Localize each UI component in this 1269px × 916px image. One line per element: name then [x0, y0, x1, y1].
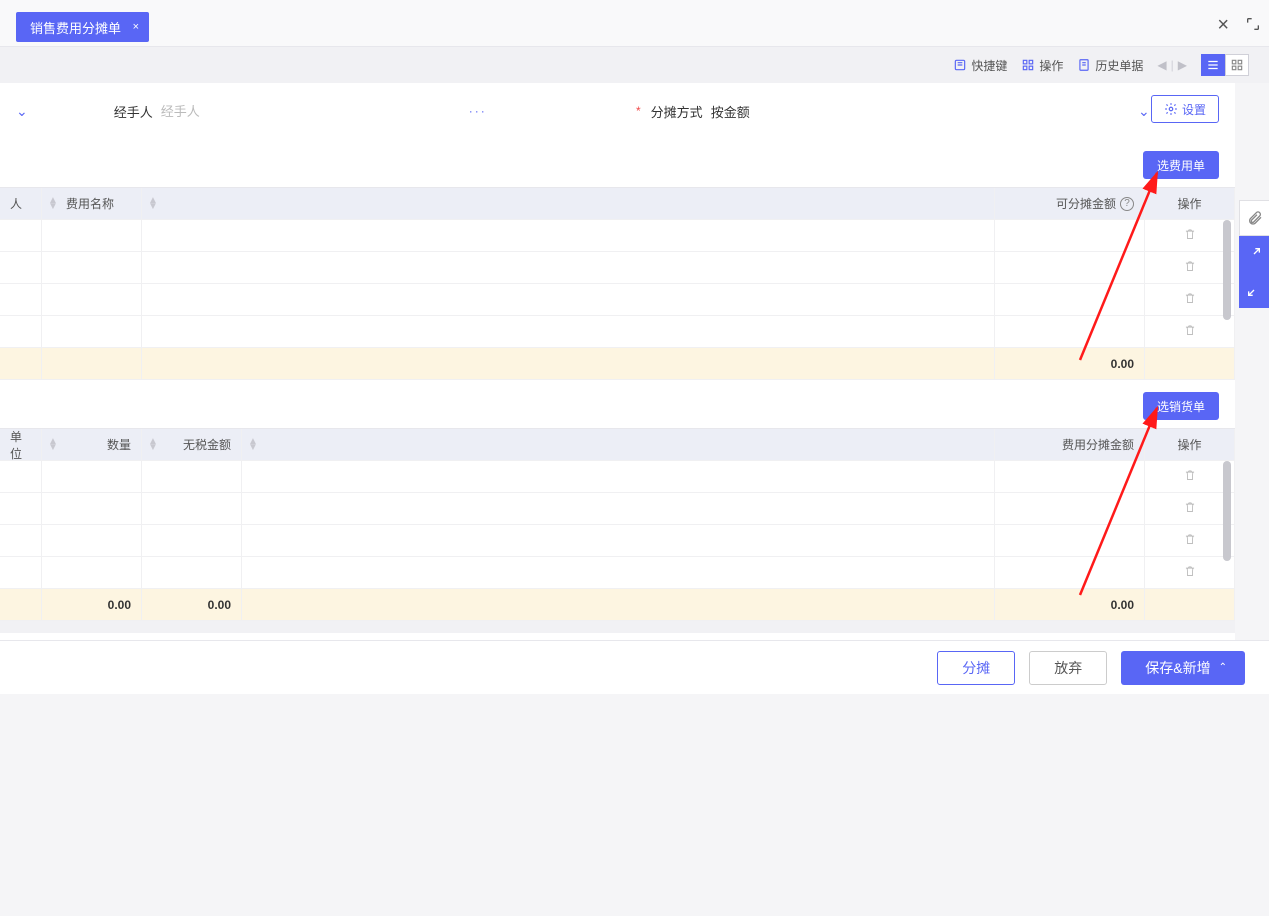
- settings-button[interactable]: 设置: [1151, 95, 1219, 123]
- tab-sales-expense-alloc[interactable]: 销售费用分摊单 ×: [16, 12, 149, 42]
- expense-row[interactable]: [0, 316, 1235, 348]
- expand-out-tab[interactable]: [1239, 236, 1269, 272]
- expense-row[interactable]: [0, 284, 1235, 316]
- col-expense-name[interactable]: ▲▼费用名称: [42, 188, 142, 219]
- expense-section: 选费用单 人 ▲▼费用名称 ▲▼ 可分摊金额? 操作 0.00: [0, 139, 1235, 380]
- save-label: 保存&新增: [1145, 658, 1210, 678]
- expense-total-row: 0.00: [0, 348, 1235, 380]
- handler-more-icon[interactable]: ···: [469, 104, 487, 118]
- col-net[interactable]: ▲▼无税金额: [142, 429, 242, 460]
- expense-row[interactable]: [0, 252, 1235, 284]
- tab-title: 销售费用分摊单: [30, 18, 121, 37]
- expense-grid: 人 ▲▼费用名称 ▲▼ 可分摊金额? 操作 0.00: [0, 187, 1235, 380]
- side-tabs: [1239, 200, 1269, 308]
- required-mark: *: [636, 104, 641, 118]
- sales-row[interactable]: [0, 493, 1235, 525]
- toolbar: 快捷键 操作 历史单据 ◀ | ▶: [0, 47, 1269, 83]
- view-mode-grid[interactable]: [1225, 54, 1249, 76]
- method-select[interactable]: [711, 104, 1051, 119]
- sales-total-row: 0.00 0.00 0.00: [0, 589, 1235, 621]
- method-label: 分摊方式: [651, 102, 703, 121]
- handler-label: 经手人: [114, 102, 153, 121]
- pager-nav: ◀ | ▶: [1157, 58, 1187, 72]
- col-operation2: 操作: [1145, 429, 1235, 460]
- history-label: 历史单据: [1095, 57, 1143, 74]
- scrollbar-thumb[interactable]: [1223, 461, 1231, 561]
- col-operation: 操作: [1145, 188, 1235, 219]
- pager-prev-icon[interactable]: ◀: [1157, 58, 1166, 72]
- scrollbar-thumb[interactable]: [1223, 220, 1231, 320]
- handler-field: 经手人 ···: [114, 102, 487, 121]
- sales-grid-header: 单位 ▲▼数量 ▲▼无税金额 ▲▼ 费用分摊金额 操作: [0, 429, 1235, 461]
- trash-icon[interactable]: [1183, 468, 1197, 485]
- trash-icon[interactable]: [1183, 532, 1197, 549]
- info-icon[interactable]: ?: [1120, 197, 1134, 211]
- col-allocatable-amount[interactable]: 可分摊金额?: [995, 188, 1145, 219]
- form-row: ⌄ 经手人 ··· * 分摊方式 ⌄ 设置: [0, 83, 1235, 139]
- operate-button[interactable]: 操作: [1021, 57, 1063, 74]
- trash-icon[interactable]: [1183, 291, 1197, 308]
- expense-row[interactable]: [0, 220, 1235, 252]
- pick-expense-button[interactable]: 选费用单: [1143, 151, 1219, 179]
- shortcut-button[interactable]: 快捷键: [953, 57, 1007, 74]
- view-mode-list[interactable]: [1201, 54, 1225, 76]
- chevron-up-icon: ⌃: [1219, 662, 1227, 673]
- col-person[interactable]: 人: [0, 188, 42, 219]
- view-mode-toggle: [1201, 54, 1249, 76]
- close-panel-icon[interactable]: ×: [1217, 14, 1229, 37]
- trash-icon[interactable]: [1183, 323, 1197, 340]
- tab-close-icon[interactable]: ×: [133, 21, 139, 33]
- col-alloc-amount[interactable]: 费用分摊金额: [995, 429, 1145, 460]
- trash-icon[interactable]: [1183, 500, 1197, 517]
- col-unit[interactable]: 单位: [0, 429, 42, 460]
- save-and-new-button[interactable]: 保存&新增 ⌃: [1121, 651, 1245, 685]
- handler-input[interactable]: [161, 104, 461, 119]
- settings-label: 设置: [1182, 101, 1206, 118]
- expense-grid-header: 人 ▲▼费用名称 ▲▼ 可分摊金额? 操作: [0, 188, 1235, 220]
- shortcut-label: 快捷键: [971, 57, 1007, 74]
- total-qty: 0.00: [42, 589, 142, 620]
- total-alloc: 0.00: [995, 589, 1145, 620]
- sales-grid: 单位 ▲▼数量 ▲▼无税金额 ▲▼ 费用分摊金额 操作 0.00 0.00 0.…: [0, 428, 1235, 621]
- method-field: * 分摊方式: [636, 102, 1051, 121]
- trash-icon[interactable]: [1183, 564, 1197, 581]
- sales-row[interactable]: [0, 525, 1235, 557]
- operate-label: 操作: [1039, 57, 1063, 74]
- chevron-down-icon[interactable]: ⌄: [8, 103, 36, 120]
- trash-icon[interactable]: [1183, 227, 1197, 244]
- total-net: 0.00: [142, 589, 242, 620]
- expand-in-tab[interactable]: [1239, 272, 1269, 308]
- total-allocatable: 0.00: [995, 348, 1145, 379]
- sales-row[interactable]: [0, 461, 1235, 493]
- pick-sales-button[interactable]: 选销货单: [1143, 392, 1219, 420]
- history-button[interactable]: 历史单据: [1077, 57, 1143, 74]
- footer-actions: 分摊 放弃 保存&新增 ⌃: [0, 640, 1269, 694]
- fullscreen-icon[interactable]: [1245, 16, 1261, 35]
- attachment-tab[interactable]: [1239, 200, 1269, 236]
- sales-row[interactable]: [0, 557, 1235, 589]
- pager-next-icon[interactable]: ▶: [1178, 58, 1187, 72]
- tab-bar: 销售费用分摊单 × ×: [0, 0, 1269, 47]
- discard-button[interactable]: 放弃: [1029, 651, 1107, 685]
- col-qty[interactable]: ▲▼数量: [42, 429, 142, 460]
- trash-icon[interactable]: [1183, 259, 1197, 276]
- sales-section: 选销货单 单位 ▲▼数量 ▲▼无税金额 ▲▼ 费用分摊金额 操作 0.00 0.…: [0, 380, 1235, 621]
- allocate-button[interactable]: 分摊: [937, 651, 1015, 685]
- col-blank2[interactable]: ▲▼: [242, 429, 995, 460]
- col-blank[interactable]: ▲▼: [142, 188, 995, 219]
